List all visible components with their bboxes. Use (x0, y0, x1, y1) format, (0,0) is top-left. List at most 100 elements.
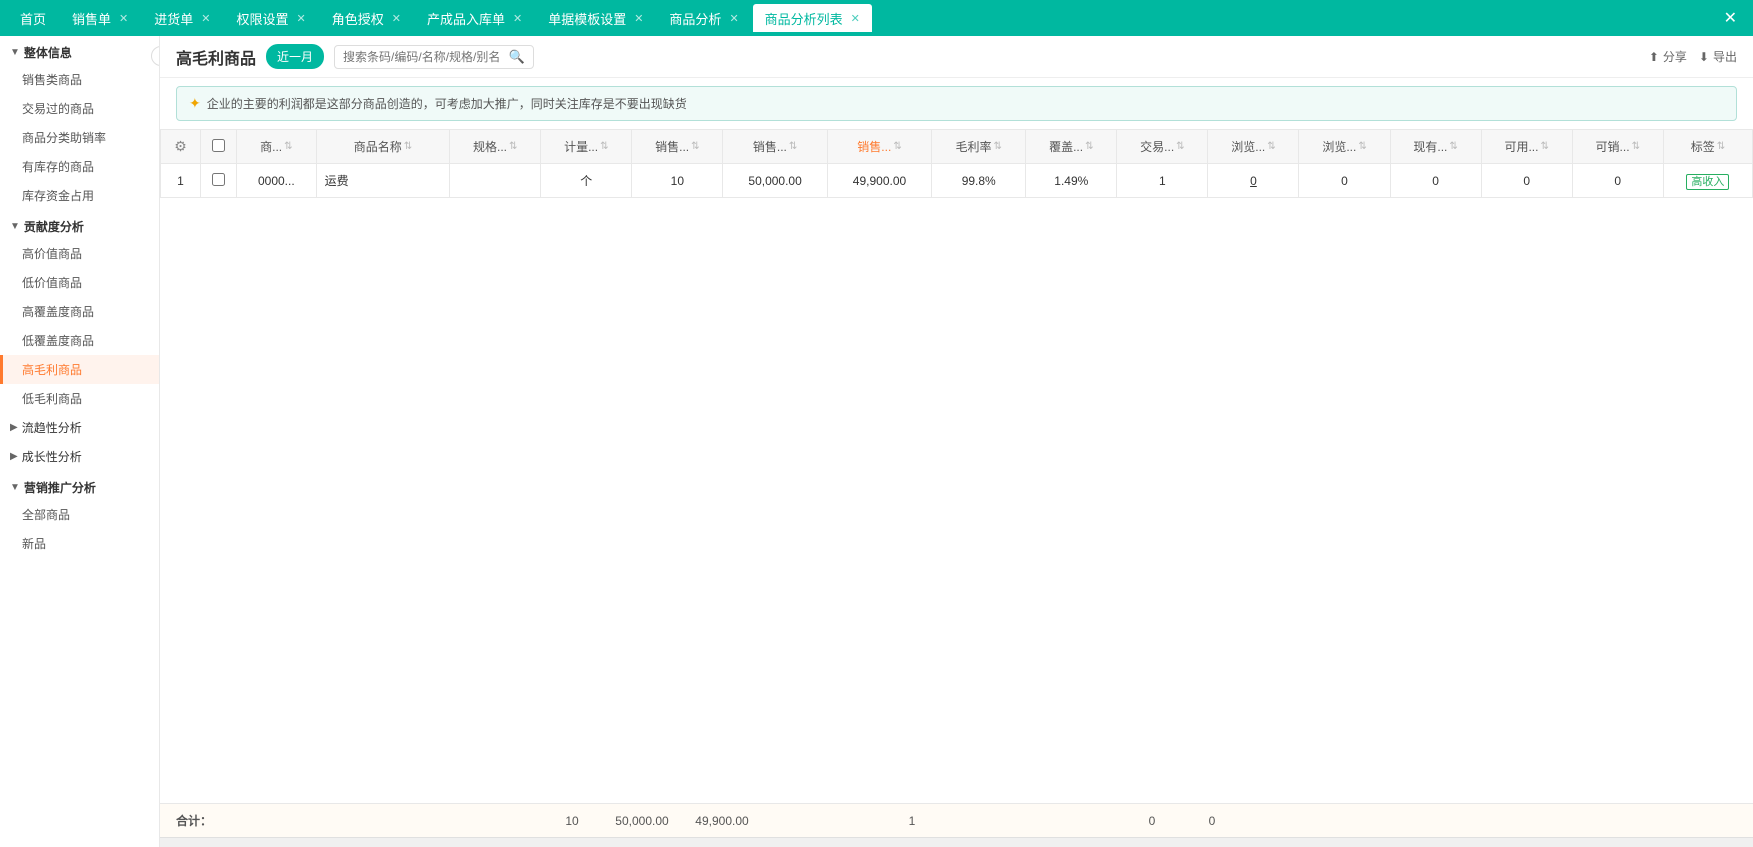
nav-home[interactable]: 首页 (8, 4, 58, 32)
nav-role-auth[interactable]: 角色授权 ✕ (320, 4, 413, 32)
sidebar-section-trend[interactable]: ▶ 流趋性分析 (0, 413, 159, 442)
row-browse2: 0 (1299, 164, 1390, 198)
sidebar-item-sales-goods[interactable]: 销售类商品 (0, 65, 159, 94)
sort-icon-gross-margin: ⇅ (994, 141, 1002, 152)
share-btn[interactable]: ⬆ 分享 (1649, 48, 1687, 65)
search-icon[interactable]: 🔍 (509, 49, 525, 65)
sidebar-section-marketing[interactable]: ▼ 营销推广分析 (0, 471, 159, 500)
sidebar-item-high-margin[interactable]: 高毛利商品 (0, 355, 159, 384)
row-gross-margin: 99.8% (932, 164, 1026, 198)
sort-icon-current: ⇅ (1449, 141, 1457, 152)
search-input[interactable] (343, 50, 505, 64)
col-spec[interactable]: 规格... ⇅ (450, 130, 541, 164)
sidebar-item-low-margin[interactable]: 低毛利商品 (0, 384, 159, 413)
col-name[interactable]: 商品名称 ⇅ (316, 130, 450, 164)
search-box: 🔍 (334, 45, 534, 69)
nav-permission-settings[interactable]: 权限设置 ✕ (224, 4, 317, 32)
sort-icon-transaction: ⇅ (1176, 141, 1184, 152)
col-unit[interactable]: 计量... ⇅ (541, 130, 632, 164)
nav-sales-order[interactable]: 销售单 ✕ (60, 4, 140, 32)
header-actions: ⬆ 分享 ⬇ 导出 (1649, 48, 1737, 65)
sidebar-item-low-value[interactable]: 低价值商品 (0, 268, 159, 297)
data-table: ⚙ 商... ⇅ 商品名称 (160, 129, 1753, 198)
sidebar-item-category-rate[interactable]: 商品分类助销率 (0, 123, 159, 152)
sidebar-item-all-goods[interactable]: 全部商品 (0, 500, 159, 529)
info-icon: ✦ (189, 95, 201, 112)
footer-spacer-3 (332, 814, 392, 828)
sort-icon-available: ⇅ (1540, 141, 1548, 152)
export-btn[interactable]: ⬇ 导出 (1699, 48, 1737, 65)
horizontal-scrollbar[interactable] (160, 837, 1753, 847)
arrow-trend: ▶ (10, 422, 18, 433)
sidebar-section-overall[interactable]: ▼ 整体信息 (0, 36, 159, 65)
footer-label: 合计： (176, 812, 256, 829)
select-all-checkbox[interactable] (212, 139, 225, 152)
nav-close-purchase-order[interactable]: ✕ (201, 12, 210, 25)
browse1-link[interactable]: 0 (1250, 174, 1257, 188)
row-current: 0 (1390, 164, 1481, 198)
sidebar-item-new-goods[interactable]: 新品 (0, 529, 159, 558)
col-available[interactable]: 可用... ⇅ (1481, 130, 1572, 164)
nav-close-template[interactable]: ✕ (634, 12, 643, 25)
sort-icon-coverage: ⇅ (1085, 141, 1093, 152)
sort-icon-browse2: ⇅ (1358, 141, 1366, 152)
content-header: 高毛利商品 近一月 🔍 ⬆ 分享 ⬇ 导出 (160, 36, 1753, 78)
footer-sales-cost: 49,900.00 (682, 814, 762, 828)
nav-close-product-inbound[interactable]: ✕ (513, 12, 522, 25)
footer-spacer-1 (256, 814, 296, 828)
sidebar-item-in-stock[interactable]: 有库存的商品 (0, 152, 159, 181)
footer-sales-qty: 10 (542, 814, 602, 828)
sidebar-section-contribution[interactable]: ▼ 贡献度分析 (0, 210, 159, 239)
sidebar-item-high-value[interactable]: 高价值商品 (0, 239, 159, 268)
col-sales-cost[interactable]: 销售... ⇅ (827, 130, 931, 164)
row-checkbox[interactable] (212, 173, 225, 186)
sidebar: 《 ▼ 整体信息 销售类商品 交易过的商品 商品分类助销率 有库存的商品 库存资… (0, 36, 160, 847)
window-close-btn[interactable]: ✕ (1716, 8, 1745, 28)
footer-spacer-8 (942, 814, 1002, 828)
col-settings[interactable]: ⚙ (161, 130, 201, 164)
nav-product-analysis[interactable]: 商品分析 ✕ (657, 4, 750, 32)
col-current[interactable]: 现有... ⇅ (1390, 130, 1481, 164)
row-browse1[interactable]: 0 (1208, 164, 1299, 198)
arrow-growth: ▶ (10, 451, 18, 462)
settings-icon[interactable]: ⚙ (174, 138, 187, 154)
col-sales-amount[interactable]: 销售... ⇅ (723, 130, 827, 164)
footer-sales-amount: 50,000.00 (602, 814, 682, 828)
row-code: 0000... (237, 164, 317, 198)
sort-icon-code: ⇅ (284, 141, 292, 152)
sort-icon-tag: ⇅ (1717, 141, 1725, 152)
nav-close-analysis[interactable]: ✕ (729, 12, 738, 25)
nav-close-analysis-list[interactable]: ✕ (851, 12, 860, 25)
sidebar-item-low-coverage[interactable]: 低覆盖度商品 (0, 326, 159, 355)
row-transaction: 1 (1117, 164, 1208, 198)
sidebar-item-stock-capital[interactable]: 库存资金占用 (0, 181, 159, 210)
col-browse1[interactable]: 浏览... ⇅ (1208, 130, 1299, 164)
row-tag: 高收入 (1663, 164, 1752, 198)
footer-summary: 合计： 10 50,000.00 49,900.00 1 0 (160, 803, 1753, 837)
col-tag[interactable]: 标签 ⇅ (1663, 130, 1752, 164)
col-coverage[interactable]: 覆盖... ⇅ (1026, 130, 1117, 164)
col-code[interactable]: 商... ⇅ (237, 130, 317, 164)
col-sales-qty[interactable]: 销售... ⇅ (632, 130, 723, 164)
row-spec (450, 164, 541, 198)
sort-icon-spec: ⇅ (509, 141, 517, 152)
nav-analysis-list[interactable]: 商品分析列表 ✕ (753, 4, 872, 32)
nav-close-role-auth[interactable]: ✕ (392, 12, 401, 25)
row-sellable: 0 (1572, 164, 1663, 198)
nav-close-sales-order[interactable]: ✕ (119, 12, 128, 25)
nav-template-settings[interactable]: 单据模板设置 ✕ (536, 4, 655, 32)
col-browse2[interactable]: 浏览... ⇅ (1299, 130, 1390, 164)
col-transaction[interactable]: 交易... ⇅ (1117, 130, 1208, 164)
sidebar-item-traded-goods[interactable]: 交易过的商品 (0, 94, 159, 123)
col-sellable[interactable]: 可销... ⇅ (1572, 130, 1663, 164)
col-gross-margin[interactable]: 毛利率 ⇅ (932, 130, 1026, 164)
nav-close-permission[interactable]: ✕ (297, 12, 306, 25)
export-icon: ⬇ (1699, 50, 1709, 64)
sidebar-section-growth[interactable]: ▶ 成长性分析 (0, 442, 159, 471)
nav-product-inbound[interactable]: 产成品入库单 ✕ (415, 4, 534, 32)
nav-purchase-order[interactable]: 进货单 ✕ (142, 4, 222, 32)
sidebar-item-high-coverage[interactable]: 高覆盖度商品 (0, 297, 159, 326)
footer-sellable: 0 (1182, 814, 1242, 828)
filter-btn-recent-month[interactable]: 近一月 (266, 44, 324, 69)
footer-spacer-4 (392, 814, 482, 828)
